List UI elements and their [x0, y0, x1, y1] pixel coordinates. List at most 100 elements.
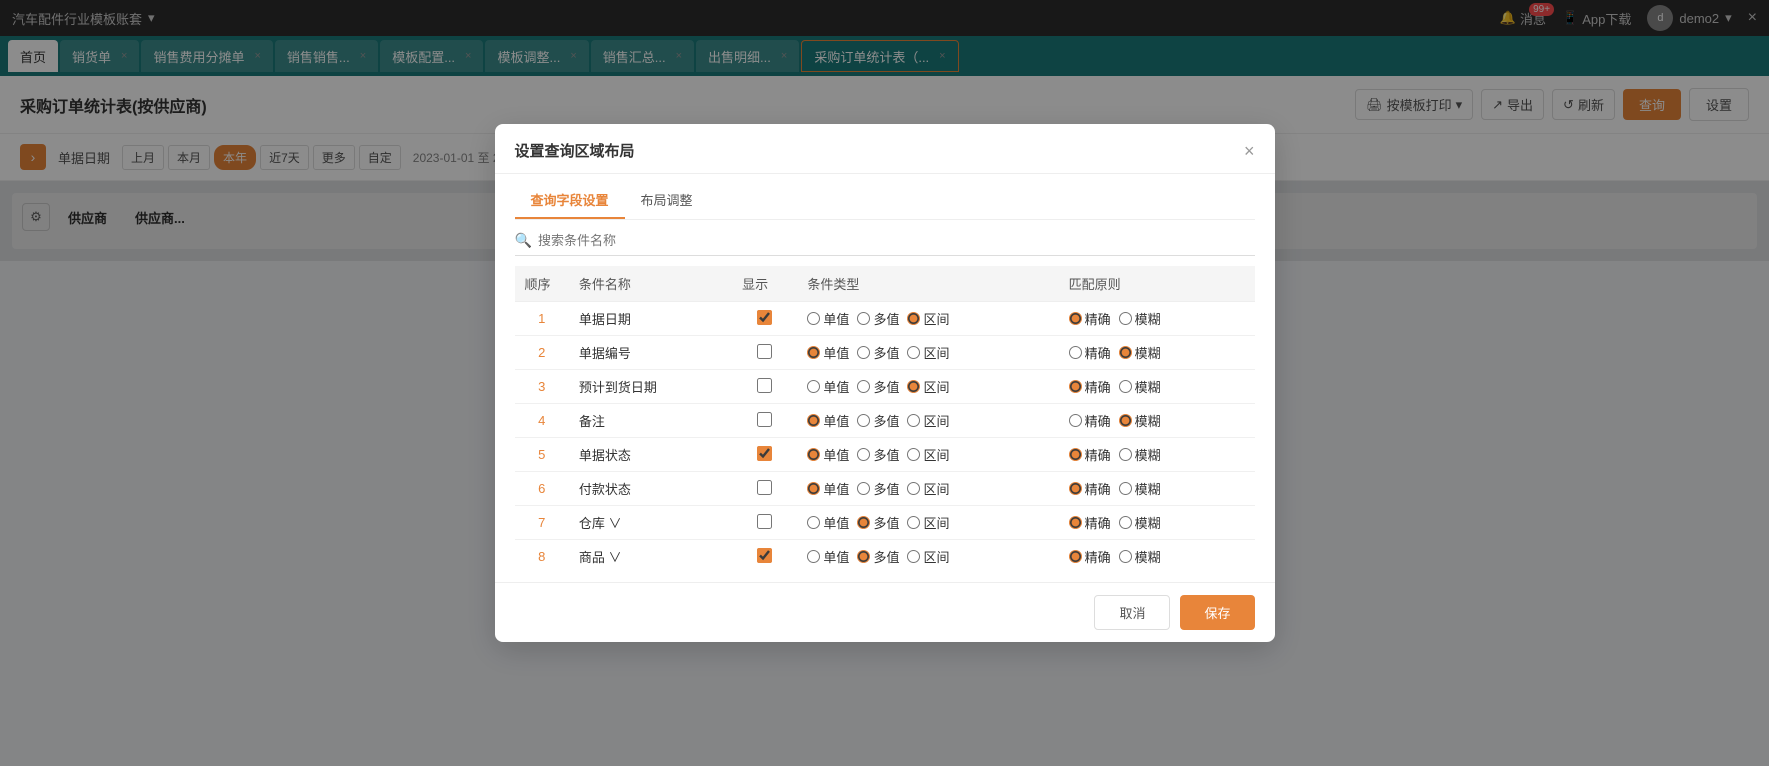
match-radio-精确[interactable] — [1069, 482, 1082, 495]
match-radio-模糊[interactable] — [1119, 414, 1132, 427]
match-radio-item[interactable]: 精确 — [1069, 343, 1111, 362]
type-radio-item[interactable]: 单值 — [807, 309, 849, 328]
type-radio-item[interactable]: 多值 — [857, 343, 899, 362]
match-radio-精确[interactable] — [1069, 380, 1082, 393]
match-radio-item[interactable]: 精确 — [1069, 309, 1111, 328]
match-radio-item[interactable]: 精确 — [1069, 445, 1111, 464]
cell-show[interactable] — [732, 404, 797, 438]
type-radio-单值[interactable] — [807, 482, 820, 495]
match-radio-item[interactable]: 模糊 — [1119, 343, 1161, 362]
match-radio-item[interactable]: 模糊 — [1119, 411, 1161, 430]
type-radio-区间[interactable] — [907, 312, 920, 325]
match-radio-精确[interactable] — [1069, 516, 1082, 529]
type-radio-区间[interactable] — [907, 482, 920, 495]
type-radio-item[interactable]: 多值 — [857, 309, 899, 328]
match-radio-item[interactable]: 模糊 — [1119, 547, 1161, 566]
type-radio-区间[interactable] — [907, 448, 920, 461]
type-radio-item[interactable]: 多值 — [857, 377, 899, 396]
match-radio-模糊[interactable] — [1119, 346, 1132, 359]
type-radio-多值[interactable] — [857, 312, 870, 325]
type-radio-多值[interactable] — [857, 380, 870, 393]
type-radio-item[interactable]: 区间 — [907, 343, 949, 362]
match-radio-item[interactable]: 精确 — [1069, 377, 1111, 396]
cell-show[interactable] — [732, 506, 797, 540]
type-radio-区间[interactable] — [907, 516, 920, 529]
type-radio-单值[interactable] — [807, 550, 820, 563]
match-radio-item[interactable]: 精确 — [1069, 513, 1111, 532]
show-checkbox[interactable] — [757, 446, 772, 461]
type-radio-多值[interactable] — [857, 346, 870, 359]
type-radio-单值[interactable] — [807, 346, 820, 359]
save-button[interactable]: 保存 — [1180, 595, 1254, 630]
cell-show[interactable] — [732, 336, 797, 370]
type-radio-item[interactable]: 单值 — [807, 343, 849, 362]
match-radio-item[interactable]: 模糊 — [1119, 309, 1161, 328]
match-radio-精确[interactable] — [1069, 448, 1082, 461]
cell-show[interactable] — [732, 302, 797, 336]
type-radio-item[interactable]: 单值 — [807, 445, 849, 464]
type-radio-多值[interactable] — [857, 516, 870, 529]
type-radio-item[interactable]: 多值 — [857, 513, 899, 532]
show-checkbox[interactable] — [757, 548, 772, 563]
type-radio-item[interactable]: 区间 — [907, 513, 949, 532]
match-radio-模糊[interactable] — [1119, 448, 1132, 461]
cell-show[interactable] — [732, 370, 797, 404]
show-checkbox[interactable] — [757, 514, 772, 529]
type-radio-单值[interactable] — [807, 380, 820, 393]
type-radio-item[interactable]: 单值 — [807, 547, 849, 566]
type-radio-item[interactable]: 多值 — [857, 547, 899, 566]
type-radio-item[interactable]: 区间 — [907, 309, 949, 328]
type-radio-多值[interactable] — [857, 550, 870, 563]
match-radio-精确[interactable] — [1069, 312, 1082, 325]
show-checkbox[interactable] — [757, 310, 772, 325]
type-radio-区间[interactable] — [907, 380, 920, 393]
type-radio-多值[interactable] — [857, 448, 870, 461]
show-checkbox[interactable] — [757, 344, 772, 359]
match-radio-精确[interactable] — [1069, 346, 1082, 359]
match-radio-模糊[interactable] — [1119, 312, 1132, 325]
type-radio-item[interactable]: 单值 — [807, 377, 849, 396]
match-radio-模糊[interactable] — [1119, 482, 1132, 495]
match-radio-item[interactable]: 精确 — [1069, 547, 1111, 566]
match-radio-item[interactable]: 模糊 — [1119, 479, 1161, 498]
type-radio-单值[interactable] — [807, 414, 820, 427]
match-radio-item[interactable]: 精确 — [1069, 479, 1111, 498]
type-radio-多值[interactable] — [857, 414, 870, 427]
show-checkbox[interactable] — [757, 412, 772, 427]
type-radio-区间[interactable] — [907, 346, 920, 359]
type-radio-单值[interactable] — [807, 516, 820, 529]
match-radio-模糊[interactable] — [1119, 380, 1132, 393]
dialog-tab-layout[interactable]: 布局调整 — [625, 182, 709, 219]
cell-show[interactable] — [732, 540, 797, 567]
match-radio-模糊[interactable] — [1119, 516, 1132, 529]
type-radio-item[interactable]: 单值 — [807, 513, 849, 532]
match-radio-模糊[interactable] — [1119, 550, 1132, 563]
cell-show[interactable] — [732, 438, 797, 472]
match-radio-item[interactable]: 模糊 — [1119, 445, 1161, 464]
type-radio-item[interactable]: 区间 — [907, 445, 949, 464]
type-radio-item[interactable]: 区间 — [907, 547, 949, 566]
type-radio-item[interactable]: 多值 — [857, 411, 899, 430]
match-radio-item[interactable]: 模糊 — [1119, 513, 1161, 532]
cell-show[interactable] — [732, 472, 797, 506]
type-radio-item[interactable]: 区间 — [907, 479, 949, 498]
fields-table-wrapper[interactable]: 顺序 条件名称 显示 条件类型 匹配原则 1单据日期单值多值区间精确模糊2单据编… — [515, 266, 1255, 566]
match-radio-精确[interactable] — [1069, 414, 1082, 427]
match-radio-item[interactable]: 模糊 — [1119, 377, 1161, 396]
type-radio-item[interactable]: 单值 — [807, 479, 849, 498]
type-radio-item[interactable]: 多值 — [857, 445, 899, 464]
type-radio-区间[interactable] — [907, 550, 920, 563]
dialog-tab-fields[interactable]: 查询字段设置 — [515, 182, 625, 219]
type-radio-item[interactable]: 单值 — [807, 411, 849, 430]
match-radio-精确[interactable] — [1069, 550, 1082, 563]
search-input[interactable] — [538, 233, 738, 248]
show-checkbox[interactable] — [757, 480, 772, 495]
type-radio-单值[interactable] — [807, 312, 820, 325]
cancel-button[interactable]: 取消 — [1094, 595, 1170, 630]
type-radio-区间[interactable] — [907, 414, 920, 427]
type-radio-单值[interactable] — [807, 448, 820, 461]
match-radio-item[interactable]: 精确 — [1069, 411, 1111, 430]
show-checkbox[interactable] — [757, 378, 772, 393]
dialog-close-button[interactable]: × — [1244, 142, 1255, 160]
type-radio-item[interactable]: 区间 — [907, 377, 949, 396]
